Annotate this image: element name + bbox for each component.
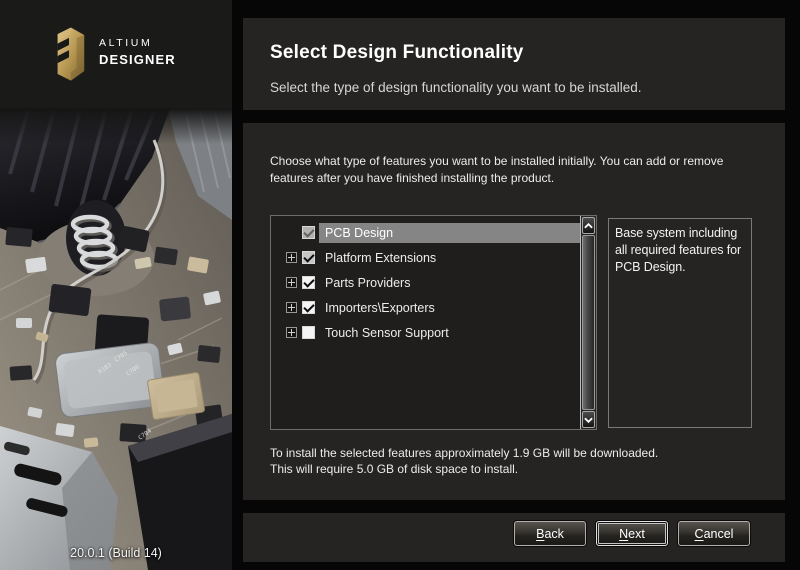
chevron-down-icon [584, 417, 593, 423]
vertical-scrollbar[interactable] [580, 216, 596, 429]
scrollbar-up-button[interactable] [582, 217, 595, 234]
feature-label[interactable]: Parts Providers [319, 273, 580, 293]
brand-photo-panel: ALTIUM DESIGNER [0, 0, 232, 570]
feature-label[interactable]: Platform Extensions [319, 248, 580, 268]
back-button[interactable]: Back [514, 521, 586, 546]
feature-label[interactable]: PCB Design [319, 223, 580, 243]
feature-description-box: Base system including all required featu… [608, 218, 752, 428]
main-panel: Choose what type of features you want to… [243, 123, 785, 500]
feature-row[interactable]: PCB Design [271, 220, 580, 245]
feature-checkbox[interactable] [302, 301, 315, 314]
header-panel: Select Design Functionality Select the t… [243, 18, 785, 110]
feature-row[interactable]: Touch Sensor Support [271, 320, 580, 345]
checkmark-icon [303, 276, 314, 287]
page-subtitle: Select the type of design functionality … [270, 80, 641, 95]
expand-plus-icon[interactable] [286, 277, 297, 288]
version-label: 20.0.1 (Build 14) [0, 546, 232, 560]
button-row: Back Next Cancel [514, 521, 750, 546]
button-panel: Back Next Cancel [243, 513, 785, 562]
brand-logo-block: ALTIUM DESIGNER [0, 0, 232, 108]
feature-checkbox[interactable] [302, 226, 315, 239]
page-title: Select Design Functionality [270, 42, 524, 64]
expand-plus-icon[interactable] [286, 302, 297, 313]
feature-label[interactable]: Touch Sensor Support [319, 323, 580, 343]
brand-name-designer: DESIGNER [99, 53, 176, 66]
chevron-up-icon [584, 223, 593, 229]
feature-tree[interactable]: PCB Design Platform Extensions Parts Provi… [270, 215, 597, 430]
scrollbar-down-button[interactable] [582, 411, 595, 428]
checkmark-icon [303, 226, 314, 237]
checkmark-icon [303, 251, 314, 262]
feature-checkbox[interactable] [302, 276, 315, 289]
altium-logo-icon [50, 24, 88, 86]
expand-plus-icon[interactable] [286, 252, 297, 263]
instructions-text: Choose what type of features you want to… [270, 153, 723, 187]
cancel-button[interactable]: Cancel [678, 521, 750, 546]
feature-row[interactable]: Importers\Exporters [271, 295, 580, 320]
expand-plus-icon[interactable] [286, 327, 297, 338]
next-button[interactable]: Next [596, 521, 668, 546]
brand-name-altium: ALTIUM [99, 38, 176, 49]
pcb-photo: C705 C706 R103 C704 [0, 108, 232, 570]
download-size-note: To install the selected features approxi… [270, 445, 658, 477]
feature-label[interactable]: Importers\Exporters [319, 298, 580, 318]
checkmark-icon [303, 301, 314, 312]
feature-list-rows: PCB Design Platform Extensions Parts Provi… [271, 220, 580, 345]
scrollbar-thumb[interactable] [582, 235, 595, 410]
feature-checkbox[interactable] [302, 326, 315, 339]
feature-checkbox[interactable] [302, 251, 315, 264]
feature-row[interactable]: Parts Providers [271, 270, 580, 295]
feature-row[interactable]: Platform Extensions [271, 245, 580, 270]
